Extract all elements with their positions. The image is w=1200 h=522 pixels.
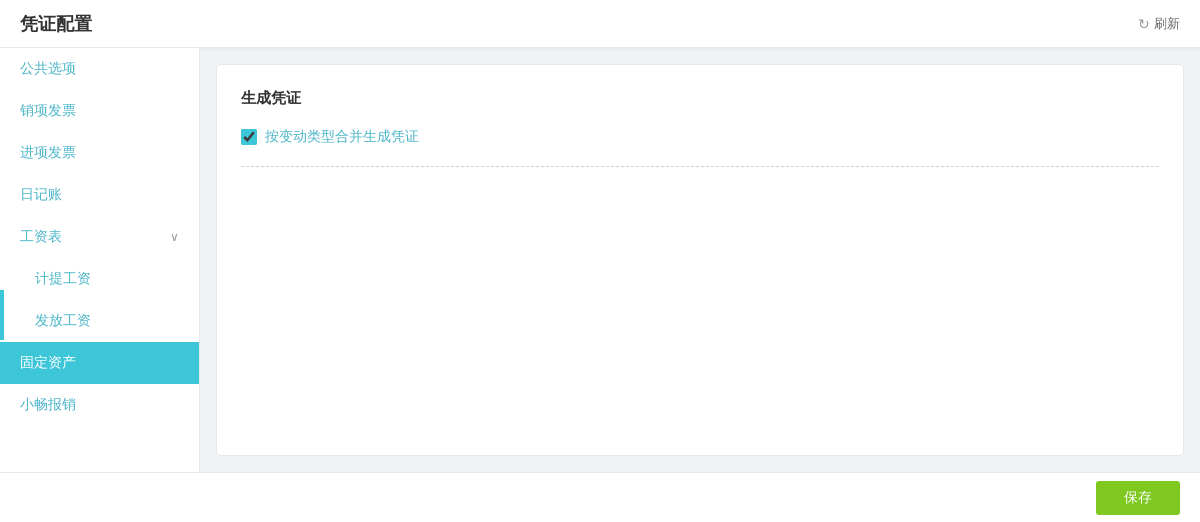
refresh-label: 刷新 [1154,15,1180,33]
save-button[interactable]: 保存 [1096,481,1180,515]
section-divider [241,166,1159,167]
sidebar-item-payroll-table[interactable]: 工资表 ∨ [0,216,199,258]
content-panel: 生成凭证 按变动类型合并生成凭证 [216,64,1184,456]
merge-by-type-checkbox[interactable] [241,129,257,145]
left-edge-indicator [0,290,4,340]
refresh-icon: ↻ [1138,16,1150,32]
sidebar-item-purchase-invoice[interactable]: 进项发票 [0,132,199,174]
checkbox-label[interactable]: 按变动类型合并生成凭证 [265,128,419,146]
sidebar-item-fixed-assets[interactable]: 固定资产 [0,342,199,384]
page-title: 凭证配置 [20,12,92,36]
sidebar-item-label: 计提工资 [35,270,91,288]
section-title: 生成凭证 [241,89,1159,108]
sidebar-item-expense-report[interactable]: 小畅报销 [0,384,199,426]
sidebar-item-label: 公共选项 [20,60,76,78]
sidebar-item-sales-invoice[interactable]: 销项发票 [0,90,199,132]
sidebar-item-commission-wage[interactable]: 计提工资 [0,258,199,300]
top-bar: 凭证配置 ↻ 刷新 [0,0,1200,48]
sidebar-item-payout-wage[interactable]: 发放工资 [0,300,199,342]
sidebar-item-journal[interactable]: 日记账 [0,174,199,216]
sidebar-item-label: 发放工资 [35,312,91,330]
sidebar-item-public-options[interactable]: 公共选项 [0,48,199,90]
sidebar-item-label: 固定资产 [20,354,76,372]
sidebar: 公共选项 销项发票 进项发票 日记账 工资表 ∨ 计提工资 发放工资 固定资 [0,48,200,472]
sidebar-item-label: 小畅报销 [20,396,76,414]
checkbox-row: 按变动类型合并生成凭证 [241,128,1159,146]
sidebar-item-label: 日记账 [20,186,62,204]
sidebar-item-label: 进项发票 [20,144,76,162]
bottom-bar: 保存 [0,472,1200,522]
main-content: 公共选项 销项发票 进项发票 日记账 工资表 ∨ 计提工资 发放工资 固定资 [0,48,1200,472]
sidebar-item-label: 工资表 [20,228,62,246]
refresh-button[interactable]: ↻ 刷新 [1138,15,1180,33]
sidebar-item-label: 销项发票 [20,102,76,120]
chevron-down-icon: ∨ [170,230,179,244]
